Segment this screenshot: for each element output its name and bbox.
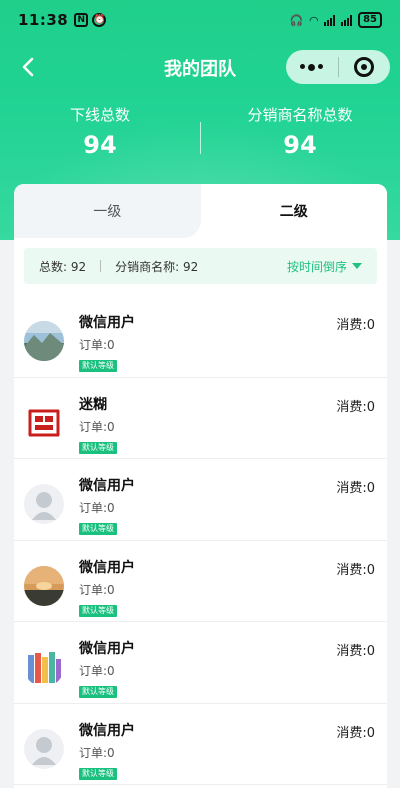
member-list: 微信用户 订单:0 默认等级 消费:0 迷糊 订单:0 默认等级 消费:0 微信…	[14, 296, 387, 785]
more-icon[interactable]	[286, 63, 338, 71]
avatar	[24, 565, 64, 606]
member-spend: 消费:0	[336, 481, 375, 496]
battery-icon: 85	[358, 12, 382, 28]
member-name: 微信用户	[79, 722, 135, 739]
stat-value: 94	[283, 131, 317, 159]
summary-total: 总数: 92	[39, 259, 87, 274]
nfc-icon: N	[74, 13, 89, 27]
member-spend: 消费:0	[336, 318, 375, 333]
member-name: 迷糊	[79, 396, 107, 413]
wifi-icon: ◠	[309, 13, 319, 27]
stat-value: 94	[83, 131, 117, 159]
member-orders: 订单:0	[79, 338, 115, 352]
alarm-icon: ⏰	[92, 13, 107, 27]
stat-distributor-total: 分销商名称总数 94	[200, 100, 400, 170]
sort-dropdown[interactable]: 按时间倒序	[287, 258, 362, 275]
team-card: 一级 二级 总数: 92 分销商名称: 92 按时间倒序 微信用户 订单:0 默…	[14, 184, 387, 788]
avatar	[24, 728, 64, 769]
summary-distributor: 分销商名称: 92	[115, 259, 199, 274]
page-title: 我的团队	[164, 59, 236, 80]
list-item[interactable]: 微信用户 订单:0 默认等级 消费:0	[14, 622, 387, 704]
level-badge: 默认等级	[79, 686, 117, 698]
level-badge: 默认等级	[79, 604, 117, 617]
nav-bar: 我的团队	[0, 46, 400, 90]
level-badge: 默认等级	[79, 441, 117, 454]
avatar	[24, 484, 64, 524]
member-name: 微信用户	[79, 315, 135, 331]
summary-divider	[100, 260, 102, 272]
summary-bar: 总数: 92 分销商名称: 92 按时间倒序	[24, 248, 377, 284]
list-item[interactable]: 微信用户 订单:0 默认等级 消费:0	[14, 541, 387, 622]
avatar	[24, 402, 64, 443]
list-item[interactable]: 微信用户 订单:0 默认等级 消费:0	[14, 296, 387, 378]
avatar	[24, 647, 64, 687]
status-bar: 11:38 N ⏰ 🎧 ◠ 85	[0, 0, 400, 40]
member-spend: 消费:0	[336, 399, 375, 415]
caret-down-icon	[352, 263, 362, 269]
member-name: 微信用户	[79, 478, 135, 494]
stats-divider	[200, 122, 201, 154]
tab-level-2[interactable]: 二级	[200, 184, 387, 238]
headphones-icon: 🎧	[289, 13, 304, 27]
member-orders: 订单:0	[79, 419, 115, 434]
list-item[interactable]: 微信用户 订单:0 默认等级 消费:0	[14, 459, 387, 541]
member-name: 微信用户	[79, 559, 135, 576]
sort-label: 按时间倒序	[286, 259, 347, 274]
level-tabs: 一级 二级	[14, 184, 387, 238]
back-icon[interactable]	[18, 56, 40, 78]
close-miniprogram-icon[interactable]	[338, 57, 390, 77]
member-name: 微信用户	[79, 641, 135, 657]
list-item[interactable]: 迷糊 订单:0 默认等级 消费:0	[14, 378, 387, 459]
member-orders: 订单:0	[79, 582, 115, 597]
list-item[interactable]: 微信用户 订单:0 默认等级 消费:0	[14, 704, 387, 785]
signal-icon-2	[341, 14, 353, 26]
stat-label: 分销商名称总数	[247, 106, 353, 124]
member-orders: 订单:0	[79, 745, 115, 760]
avatar	[24, 321, 64, 361]
status-time: 11:38	[18, 11, 69, 29]
miniprogram-capsule	[286, 50, 390, 84]
member-orders: 订单:0	[79, 664, 115, 678]
member-orders: 订单:0	[79, 501, 115, 515]
team-stats: 下线总数 94 分销商名称总数 94	[0, 100, 400, 170]
member-spend: 消费:0	[336, 725, 375, 741]
stat-label: 下线总数	[69, 106, 130, 124]
level-badge: 默认等级	[79, 523, 117, 535]
level-badge: 默认等级	[79, 360, 117, 372]
member-spend: 消费:0	[336, 644, 375, 659]
stat-downline-total: 下线总数 94	[0, 100, 200, 170]
tab-level-1[interactable]: 一级	[14, 184, 201, 238]
member-spend: 消费:0	[336, 562, 375, 578]
level-badge: 默认等级	[79, 767, 117, 780]
signal-icon	[324, 14, 336, 26]
